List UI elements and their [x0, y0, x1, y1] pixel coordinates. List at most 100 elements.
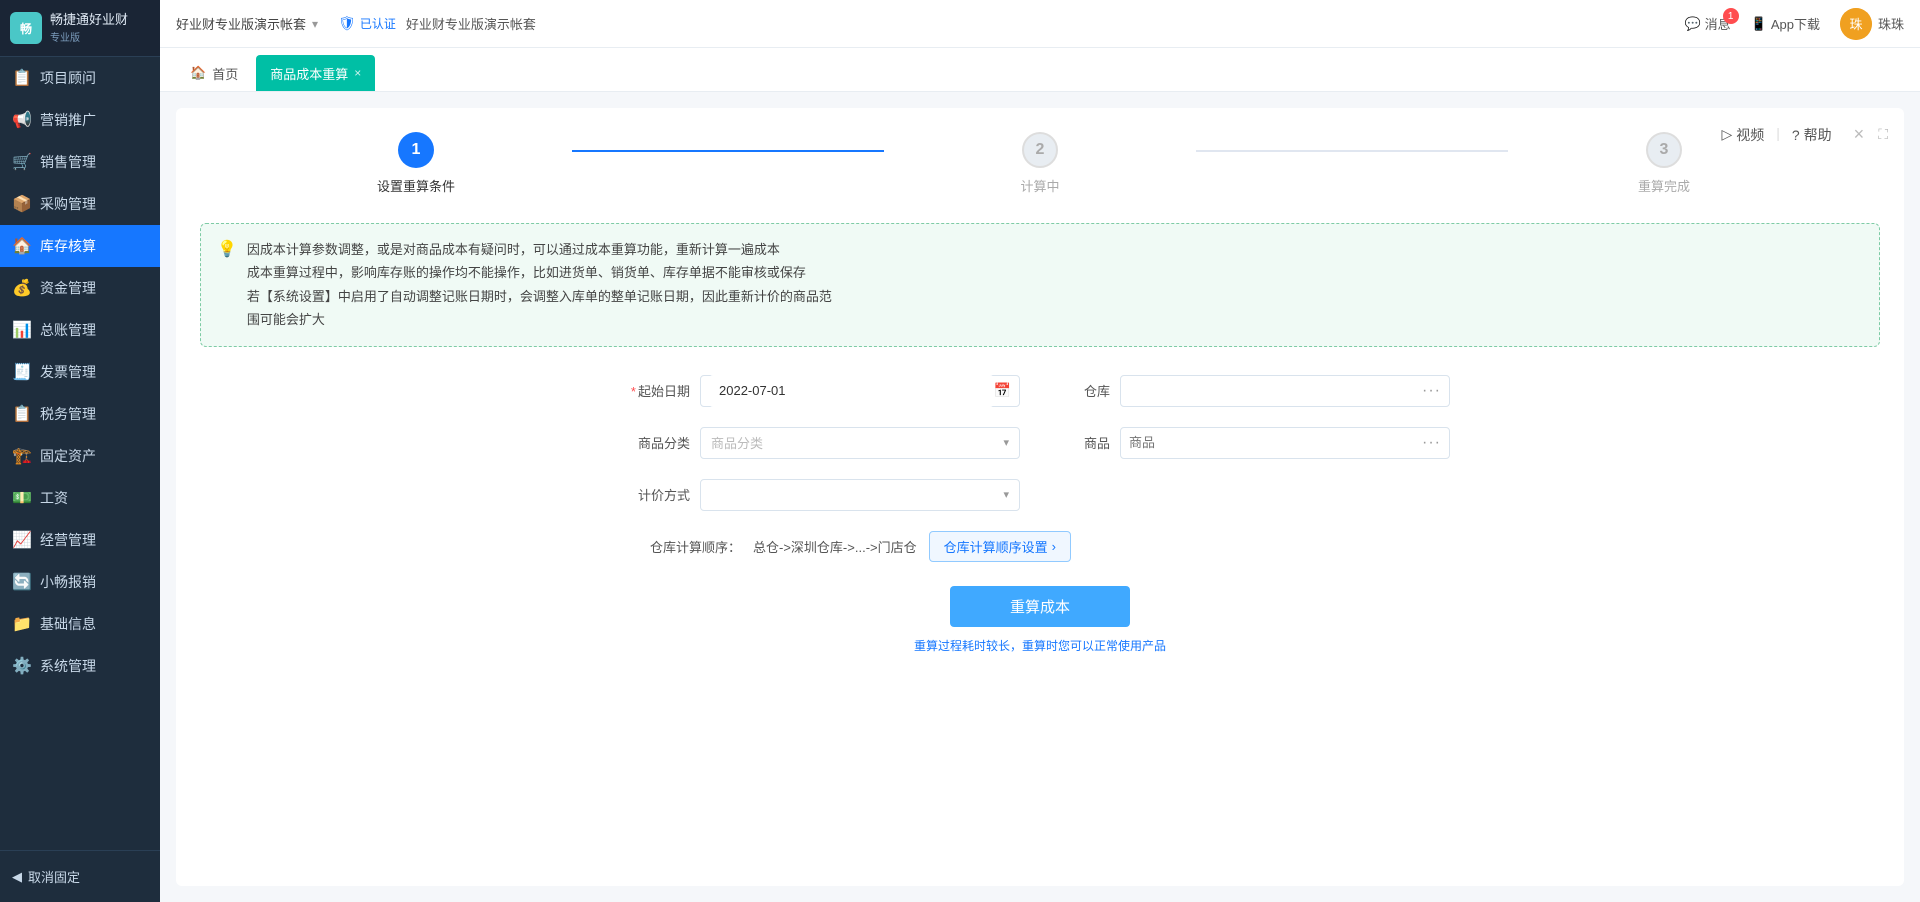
info-line-2: 成本重算过程中，影响库存账的操作均不能操作，比如进货单、销货单、库存单据不能审核…: [247, 261, 832, 284]
purchase-icon: 📦: [12, 194, 32, 214]
sidebar-label-marketing: 营销推广: [40, 110, 96, 130]
calendar-icon[interactable]: 📅: [994, 382, 1011, 399]
pricing-label: 计价方式: [630, 485, 690, 504]
tab-recalc[interactable]: 商品成本重算 ×: [256, 55, 375, 91]
payroll-icon: 💵: [12, 488, 32, 508]
tab-close-icon[interactable]: ×: [354, 66, 361, 80]
goods-label: 商品: [1060, 433, 1110, 452]
info-line-1: 因成本计算参数调整，或是对商品成本有疑问时，可以通过成本重算功能，重新计算一遍成…: [247, 238, 832, 261]
warehouse-input[interactable]: [1129, 383, 1422, 398]
tab-home-label: 首页: [212, 64, 238, 83]
goods-dots-icon[interactable]: ···: [1422, 434, 1441, 452]
warehouse-dots-icon[interactable]: ···: [1422, 382, 1441, 400]
step-line-2: [1196, 150, 1508, 152]
top-header: 好业财专业版演示帐套 ▾ 🛡 已认证 好业财专业版演示帐套 💬 消息 1 📱 A…: [160, 0, 1920, 48]
start-date-field: *起始日期 📅: [630, 375, 1020, 407]
sidebar-item-tax[interactable]: 📋 税务管理: [0, 393, 160, 435]
sidebar-item-inventory[interactable]: 🏠 库存核算: [0, 225, 160, 267]
cancel-pin-button[interactable]: ◀ 取消固定: [0, 859, 160, 894]
warehouse-order-value: 总仓->深圳仓库->...->门店仓: [753, 537, 917, 556]
warehouse-order-settings-button[interactable]: 仓库计算顺序设置 ›: [929, 531, 1071, 562]
sidebar-item-ops[interactable]: 📈 经营管理: [0, 519, 160, 561]
sidebar-label-project: 项目顾问: [40, 68, 96, 88]
svg-text:珠: 珠: [1849, 17, 1862, 32]
shield-icon: 🛡: [338, 15, 356, 32]
verified-badge: 🛡 已认证: [338, 15, 396, 32]
step-3-circle: 3: [1646, 132, 1682, 168]
goods-input-wrapper: ···: [1120, 427, 1450, 459]
sidebar-label-payroll: 工资: [40, 488, 68, 508]
category-field: 商品分类 商品分类 ▾: [630, 427, 1020, 459]
sidebar-label-ops: 经营管理: [40, 530, 96, 550]
recalc-button[interactable]: 重算成本: [950, 586, 1130, 627]
step-line-1: [572, 150, 884, 152]
sidebar-label-accounting: 总账管理: [40, 320, 96, 340]
recalc-note: 重算过程耗时较长，重算时您可以正常使用产品: [914, 637, 1166, 654]
project-icon: 📋: [12, 68, 32, 88]
sidebar-label-system: 系统管理: [40, 656, 96, 676]
warehouse-order-row: 仓库计算顺序： 总仓->深圳仓库->...->门店仓 仓库计算顺序设置 ›: [630, 531, 1450, 562]
content-area: ▷ 视频 | ? 帮助 × ⛶ 1 设置重算条件: [160, 92, 1920, 902]
category-select[interactable]: 商品分类 ▾: [700, 427, 1020, 459]
sidebar-label-assets: 固定资产: [40, 446, 96, 466]
pricing-field: 计价方式 ▾: [630, 479, 1020, 511]
step-2-circle: 2: [1022, 132, 1058, 168]
company-selector[interactable]: 好业财专业版演示帐套 ▾: [176, 14, 318, 33]
brand-text: 畅捷通好业财 专业版: [50, 12, 128, 44]
marketing-icon: 📢: [12, 110, 32, 130]
category-placeholder: 商品分类: [711, 433, 763, 452]
sidebar-label-finance: 资金管理: [40, 278, 96, 298]
sidebar-item-finance[interactable]: 💰 资金管理: [0, 267, 160, 309]
form-row-3: 计价方式 ▾: [630, 479, 1450, 511]
sidebar-item-project[interactable]: 📋 项目顾问: [0, 57, 160, 99]
category-chevron-icon: ▾: [1003, 436, 1009, 449]
sidebar-item-basic[interactable]: 📁 基础信息: [0, 603, 160, 645]
phone-icon: 📱: [1751, 16, 1767, 32]
message-icon: 💬: [1684, 16, 1700, 32]
sidebar-item-assets[interactable]: 🏗️ 固定资产: [0, 435, 160, 477]
pricing-select[interactable]: ▾: [700, 479, 1020, 511]
chevron-right-icon: ›: [1052, 539, 1056, 554]
app-logo: 畅 畅捷通好业财 专业版: [0, 0, 160, 57]
sidebar-item-sales[interactable]: 🛒 销售管理: [0, 141, 160, 183]
info-line-3: 若【系统设置】中启用了自动调整记账日期时，会调整入库单的整单记账日期，因此重新计…: [247, 285, 832, 308]
home-icon: 🏠: [190, 65, 206, 81]
sidebar-label-inventory: 库存核算: [40, 236, 96, 256]
brand-sub: 专业版: [50, 29, 128, 44]
user-avatar-button[interactable]: 珠 珠珠: [1840, 8, 1904, 40]
step-1-label: 设置重算条件: [377, 176, 455, 195]
invoice-icon: 🧾: [12, 362, 32, 382]
sidebar-item-purchase[interactable]: 📦 采购管理: [0, 183, 160, 225]
goods-field: 商品 ···: [1060, 427, 1450, 459]
warehouse-order-btn-label: 仓库计算顺序设置: [944, 537, 1048, 556]
sidebar-item-marketing[interactable]: 📢 营销推广: [0, 99, 160, 141]
info-icon: 💡: [217, 239, 237, 332]
tab-home[interactable]: 🏠 首页: [176, 55, 252, 91]
verified-label: 已认证: [360, 15, 396, 32]
form-row-1: *起始日期 📅 仓库 ···: [630, 375, 1450, 407]
sidebar-item-payroll[interactable]: 💵 工资: [0, 477, 160, 519]
message-badge: 1: [1723, 8, 1739, 24]
start-date-label-text: 起始日期: [638, 384, 690, 399]
sidebar-label-tax: 税务管理: [40, 404, 96, 424]
sidebar-item-accounting[interactable]: 📊 总账管理: [0, 309, 160, 351]
sidebar-label-sales: 销售管理: [40, 152, 96, 172]
step-3-label: 重算完成: [1638, 176, 1690, 195]
finance-icon: 💰: [12, 278, 32, 298]
sidebar-item-system[interactable]: ⚙️ 系统管理: [0, 645, 160, 687]
message-button[interactable]: 💬 消息 1: [1684, 14, 1730, 33]
sidebar: 畅 畅捷通好业财 专业版 📋 项目顾问 📢 营销推广 🛒 销售管理 📦 采购管理…: [0, 0, 160, 902]
accounting-icon: 📊: [12, 320, 32, 340]
start-date-input[interactable]: [709, 375, 994, 407]
goods-input[interactable]: [1129, 435, 1422, 450]
category-label: 商品分类: [630, 433, 690, 452]
sidebar-item-expense[interactable]: 🔄 小畅报销: [0, 561, 160, 603]
sidebar-item-invoice[interactable]: 🧾 发票管理: [0, 351, 160, 393]
start-date-label: *起始日期: [630, 381, 690, 400]
app-download-button[interactable]: 📱 App下载: [1751, 14, 1820, 33]
avatar: 珠: [1840, 8, 1872, 40]
warehouse-input-wrapper: ···: [1120, 375, 1450, 407]
sidebar-label-expense: 小畅报销: [40, 572, 96, 592]
company-full-name: 好业财专业版演示帐套: [406, 14, 536, 33]
step-indicator: 1 设置重算条件 2 计算中 3 重算完成: [200, 132, 1880, 195]
